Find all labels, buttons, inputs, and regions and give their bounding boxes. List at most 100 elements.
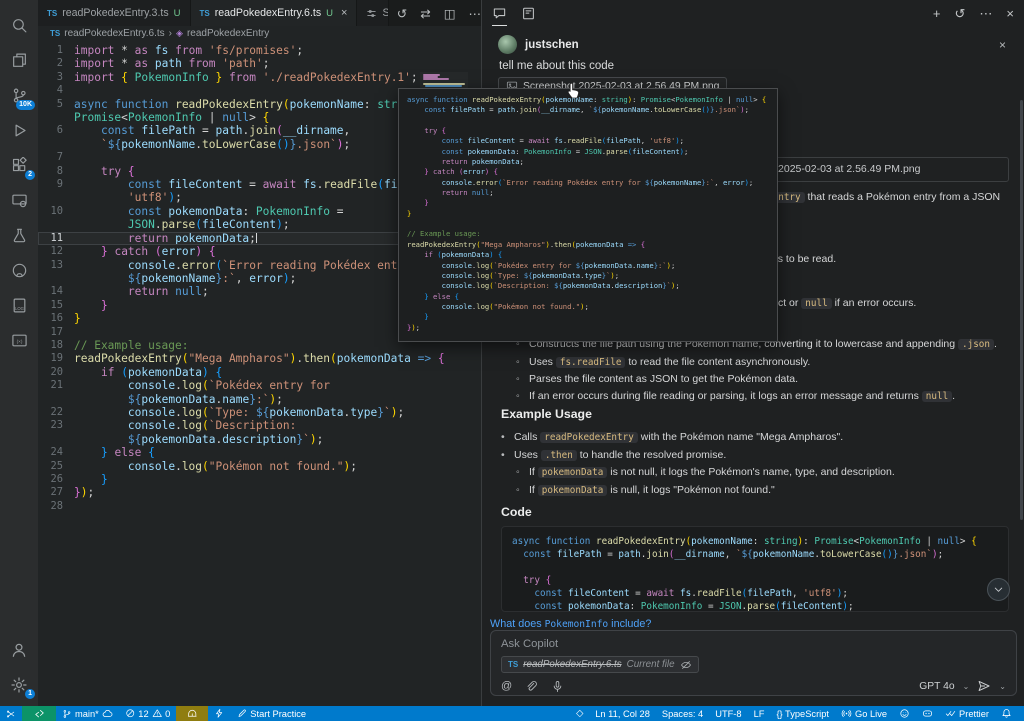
breadcrumb[interactable]: TS readPokedexEntry.6.ts › ◈ readPokedex… — [38, 26, 481, 41]
inline-code: readPokedexEntry — [540, 432, 638, 443]
close-tab-icon[interactable]: × — [341, 7, 347, 19]
status-indentation[interactable]: Spaces: 4 — [656, 706, 709, 721]
status-text: LF — [754, 709, 765, 719]
breadcrumb-file[interactable]: readPokedexEntry.6.ts — [64, 28, 164, 39]
status-problems[interactable]: 120 — [119, 706, 177, 721]
badge: 2 — [25, 170, 35, 180]
tab-readpokedexentry-3-ts[interactable]: TSreadPokedexEntry.3.tsU — [38, 0, 191, 26]
status-go-live[interactable]: Go Live — [835, 706, 893, 721]
more-actions-icon[interactable]: ⋯ — [469, 6, 482, 21]
line-text: console.log(`Type: ${pokemonData.type}`)… — [74, 406, 451, 419]
line-text: import { PokemonInfo } from './readPoked… — [74, 71, 451, 84]
svg-text:(×): (×) — [16, 339, 22, 344]
model-picker[interactable]: GPT 4o — [919, 681, 954, 692]
line-text: const filePath = path.join(__dirname, `$… — [74, 124, 451, 151]
open-changes-icon[interactable]: ⇄ — [420, 6, 430, 21]
line-text: } — [74, 299, 451, 312]
code-line[interactable]: 1import * as fs from 'fs/promises'; — [38, 44, 481, 57]
settings-icon[interactable]: 1 — [0, 667, 38, 702]
status-eol[interactable]: LF — [748, 706, 771, 721]
voice-input-button[interactable] — [551, 680, 564, 693]
live-preview-icon[interactable] — [0, 183, 38, 218]
status-copilot-status[interactable] — [916, 706, 939, 721]
status-branch[interactable]: main* — [56, 706, 119, 721]
status-bolt[interactable] — [208, 706, 231, 721]
search-icon[interactable] — [0, 8, 38, 43]
code-line[interactable]: 20if (pokemonData) { — [38, 366, 481, 379]
badge: 10K — [16, 100, 35, 110]
code-line[interactable]: 3import { PokemonInfo } from './readPoke… — [38, 71, 481, 84]
code-line[interactable]: 19readPokedexEntry("Mega Ampharos").then… — [38, 352, 481, 365]
status-text: Start Practice — [250, 709, 306, 719]
split-editor-icon[interactable]: ◫ — [444, 6, 456, 21]
panel-scrollbar[interactable] — [1020, 100, 1023, 520]
chat-more-button[interactable]: ⋯ — [979, 6, 992, 22]
send-button[interactable] — [977, 679, 991, 693]
remove-message-button[interactable]: × — [999, 38, 1006, 52]
status-text: UTF-8 — [715, 709, 741, 719]
code-line[interactable]: 24} else { — [38, 446, 481, 459]
mention-button[interactable]: @ — [501, 680, 512, 692]
attach-file-button[interactable] — [525, 680, 538, 693]
chat-tab[interactable] — [492, 6, 507, 21]
settings-sliders-icon — [366, 8, 377, 19]
code-line[interactable]: 23console.log(`Description: ${pokemonDat… — [38, 419, 481, 446]
chat-history-button[interactable]: ↺ — [955, 6, 966, 22]
status-start-practice[interactable]: Start Practice — [231, 706, 312, 721]
activity-bar-bottom: 1 — [0, 632, 38, 702]
code-line[interactable]: 22console.log(`Type: ${pokemonData.type}… — [38, 406, 481, 419]
line-number: 2 — [38, 57, 74, 70]
context-chip[interactable]: TS readPokedexEntry.6.ts Current file — [501, 656, 699, 673]
editor-tab-bar: TSreadPokedexEntry.3.tsUTSreadPokedexEnt… — [38, 0, 481, 26]
github-icon[interactable] — [0, 253, 38, 288]
status-text: Go Live — [855, 709, 887, 719]
line-text: try { — [74, 165, 451, 178]
status-prettier[interactable]: Prettier — [939, 706, 995, 721]
chat-input-box[interactable]: Ask Copilot TS readPokedexEntry.6.ts Cur… — [490, 630, 1017, 696]
remote-icon — [34, 708, 45, 719]
tab-sett[interactable]: Sett — [357, 0, 388, 26]
functionality-list: ◦Constructs the file path using the Poké… — [501, 337, 1015, 406]
response-bullet-item: •Uses .then to handle the resolved promi… — [501, 448, 1015, 464]
scroll-to-bottom-button[interactable] — [987, 578, 1010, 601]
checks-icon — [945, 708, 956, 719]
line-text: import * as fs from 'fs/promises'; — [74, 44, 451, 57]
output-log-icon[interactable]: LOG — [0, 288, 38, 323]
line-number: 24 — [38, 446, 74, 459]
response-code-block[interactable]: async function readPokedexEntry(pokemonN… — [501, 526, 1009, 612]
eye-off-icon[interactable] — [680, 659, 692, 671]
tab-readpokedexentry-6-ts[interactable]: TSreadPokedexEntry.6.tsU× — [191, 0, 358, 26]
code-line[interactable]: 21console.log(`Pokédex entry for ${pokem… — [38, 379, 481, 406]
history-icon[interactable]: ↺ — [397, 6, 407, 21]
status-cursor-position[interactable]: Ln 11, Col 28 — [589, 706, 656, 721]
new-chat-button[interactable]: + — [933, 6, 941, 21]
account-icon[interactable] — [0, 632, 38, 667]
status-remote[interactable] — [22, 706, 56, 721]
edit-session-tab[interactable] — [521, 6, 536, 21]
source-control-icon[interactable]: 10K — [0, 78, 38, 113]
code-line[interactable]: 27}); — [38, 486, 481, 499]
code-line[interactable]: 26} — [38, 473, 481, 486]
status-warn-badge[interactable] — [176, 706, 208, 721]
status-notifications[interactable] — [995, 706, 1018, 721]
status-feedback[interactable] — [893, 706, 916, 721]
extensions-icon[interactable]: 2 — [0, 148, 38, 183]
status-language-mode[interactable]: {} TypeScript — [770, 706, 835, 721]
breadcrumb-symbol[interactable]: readPokedexEntry — [187, 28, 269, 39]
bullet-marker: ◦ — [516, 465, 522, 481]
close-panel-button[interactable]: × — [1006, 6, 1014, 21]
line-number: 23 — [38, 419, 74, 446]
status-scissors[interactable] — [0, 706, 22, 721]
code-line[interactable]: 2import * as path from 'path'; — [38, 57, 481, 70]
code-line[interactable]: 28 — [38, 500, 481, 513]
git-untracked-badge: U — [174, 8, 181, 19]
code-line[interactable]: 25console.log("Pokémon not found."); — [38, 460, 481, 473]
explorer-icon[interactable] — [0, 43, 38, 78]
testing-icon[interactable] — [0, 218, 38, 253]
run-debug-icon[interactable] — [0, 113, 38, 148]
line-text: const fileContent = await fs.readFile(fi… — [74, 178, 451, 205]
status-encoding[interactable]: UTF-8 — [709, 706, 747, 721]
snippets-icon[interactable]: (×) — [0, 323, 38, 358]
status-sync-indicator[interactable]: ◇ — [570, 706, 589, 721]
status-bar: main*120 Start Practice ◇Ln 11, Col 28Spa… — [0, 706, 1024, 721]
